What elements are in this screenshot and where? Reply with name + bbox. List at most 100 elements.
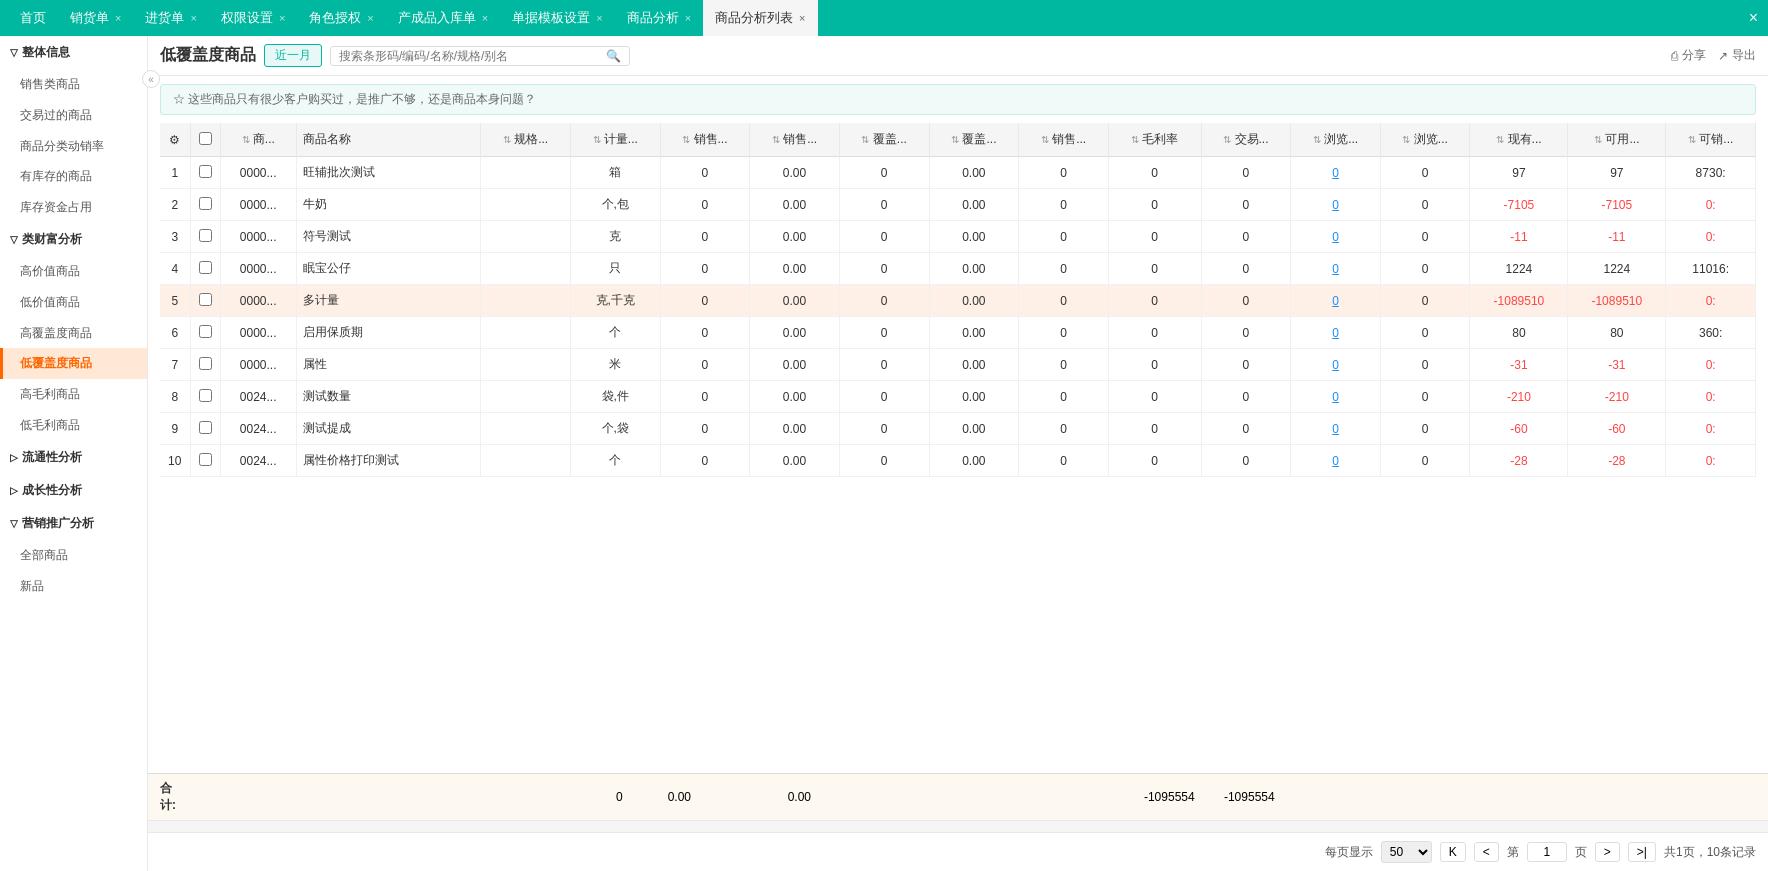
row-checkbox[interactable] <box>190 317 220 349</box>
sidebar-item-sales-products[interactable]: 销售类商品 <box>0 69 147 100</box>
filter-period-button[interactable]: 近一月 <box>264 44 322 67</box>
row-browse1[interactable]: 0 <box>1291 445 1381 477</box>
row-no: 8 <box>160 381 190 413</box>
row-browse1[interactable]: 0 <box>1291 349 1381 381</box>
per-page-select[interactable]: 50 100 200 <box>1381 841 1432 863</box>
sidebar-section-liquidity[interactable]: ▷ 流通性分析 <box>0 441 147 474</box>
sidebar-section-marketing[interactable]: ▽ 营销推广分析 <box>0 507 147 540</box>
row-code: 0000... <box>220 157 296 189</box>
sidebar-item-high-margin[interactable]: 高毛利商品 <box>0 379 147 410</box>
browse1-link[interactable]: 0 <box>1332 390 1339 404</box>
select-all-checkbox[interactable] <box>199 132 212 145</box>
row-checkbox[interactable] <box>190 349 220 381</box>
sidebar-item-low-value[interactable]: 低价值商品 <box>0 287 147 318</box>
close-permissions-icon[interactable]: × <box>279 12 285 24</box>
nav-role-auth[interactable]: 角色授权 × <box>297 0 385 36</box>
row-browse1[interactable]: 0 <box>1291 221 1381 253</box>
browse1-link[interactable]: 0 <box>1332 422 1339 436</box>
nav-purchase-order[interactable]: 进货单 × <box>133 0 208 36</box>
sidebar-item-new-products[interactable]: 新品 <box>0 571 147 602</box>
nav-permissions[interactable]: 权限设置 × <box>209 0 297 36</box>
row-checkbox[interactable] <box>190 381 220 413</box>
sidebar-item-high-value[interactable]: 高价值商品 <box>0 256 147 287</box>
sidebar-item-low-coverage[interactable]: 低覆盖度商品 <box>0 348 147 379</box>
row-sales-qty: 0 <box>660 253 750 285</box>
table-row: 8 0024... 测试数量 袋,件 0 0.00 0 0.00 0 0 0 0… <box>160 381 1756 413</box>
nav-template-settings[interactable]: 单据模板设置 × <box>500 0 614 36</box>
sidebar-item-category-turnover[interactable]: 商品分类动销率 <box>0 131 147 162</box>
close-purchase-order-icon[interactable]: × <box>190 12 196 24</box>
sidebar-item-all-products[interactable]: 全部商品 <box>0 540 147 571</box>
table-row: 6 0000... 启用保质期 个 0 0.00 0 0.00 0 0 0 0 … <box>160 317 1756 349</box>
sort-current-icon: ⇅ <box>1496 134 1504 145</box>
sidebar-section-wealth[interactable]: ▽ 类财富分析 <box>0 223 147 256</box>
search-input[interactable] <box>339 49 606 63</box>
browse1-link[interactable]: 0 <box>1332 166 1339 180</box>
row-browse1[interactable]: 0 <box>1291 317 1381 349</box>
page-number-input[interactable] <box>1527 842 1567 862</box>
browse1-link[interactable]: 0 <box>1332 198 1339 212</box>
row-browse2: 0 <box>1380 253 1470 285</box>
sidebar-section-overview[interactable]: ▽ 整体信息 <box>0 36 147 69</box>
sidebar-item-stocked-products[interactable]: 有库存的商品 <box>0 161 147 192</box>
row-no: 3 <box>160 221 190 253</box>
row-cov2: 0.00 <box>929 445 1019 477</box>
export-button[interactable]: ↗ 导出 <box>1718 47 1756 64</box>
row-browse1[interactable]: 0 <box>1291 189 1381 221</box>
row-browse1[interactable]: 0 <box>1291 413 1381 445</box>
row-sales-amt: 0.00 <box>750 157 840 189</box>
row-checkbox[interactable] <box>190 285 220 317</box>
row-checkbox[interactable] <box>190 253 220 285</box>
first-page-button[interactable]: K <box>1440 842 1466 862</box>
sidebar-item-high-coverage[interactable]: 高覆盖度商品 <box>0 318 147 349</box>
close-product-warehouse-icon[interactable]: × <box>482 12 488 24</box>
row-trade: 0 <box>1201 445 1291 477</box>
browse1-link[interactable]: 0 <box>1332 262 1339 276</box>
nav-sales-order[interactable]: 销货单 × <box>58 0 133 36</box>
browse1-link[interactable]: 0 <box>1332 230 1339 244</box>
col-settings[interactable]: ⚙ <box>160 123 190 157</box>
row-checkbox[interactable] <box>190 189 220 221</box>
close-template-settings-icon[interactable]: × <box>596 12 602 24</box>
row-checkbox[interactable] <box>190 157 220 189</box>
table-row: 10 0024... 属性价格打印测试 个 0 0.00 0 0.00 0 0 … <box>160 445 1756 477</box>
settings-icon[interactable]: ⚙ <box>169 133 180 147</box>
nav-home[interactable]: 首页 <box>8 0 58 36</box>
close-all-tabs-button[interactable]: × <box>1749 9 1758 27</box>
row-cov1: 0 <box>839 413 929 445</box>
sidebar-item-low-margin[interactable]: 低毛利商品 <box>0 410 147 441</box>
sidebar-item-traded-products[interactable]: 交易过的商品 <box>0 100 147 131</box>
prev-page-button[interactable]: < <box>1474 842 1499 862</box>
browse1-link[interactable]: 0 <box>1332 454 1339 468</box>
row-checkbox[interactable] <box>190 221 220 253</box>
row-sales-amt: 0.00 <box>750 189 840 221</box>
total-records-info: 共1页，10条记录 <box>1664 844 1756 861</box>
nav-product-analysis-list[interactable]: 商品分析列表 × <box>703 0 817 36</box>
close-product-analysis-icon[interactable]: × <box>685 12 691 24</box>
horizontal-scrollbar[interactable] <box>148 820 1768 832</box>
row-browse1[interactable]: 0 <box>1291 285 1381 317</box>
content-area: 低覆盖度商品 近一月 🔍 ⎙ 分享 ↗ 导出 ☆ 这些商品只有很少客户购买过，是… <box>148 36 1768 871</box>
row-browse1[interactable]: 0 <box>1291 381 1381 413</box>
browse1-link[interactable]: 0 <box>1332 294 1339 308</box>
sidebar-collapse-button[interactable]: « <box>142 70 160 88</box>
close-role-auth-icon[interactable]: × <box>367 12 373 24</box>
sidebar-section-growth[interactable]: ▷ 成长性分析 <box>0 474 147 507</box>
row-checkbox[interactable] <box>190 445 220 477</box>
close-sales-order-icon[interactable]: × <box>115 12 121 24</box>
share-button[interactable]: ⎙ 分享 <box>1671 47 1706 64</box>
row-browse1[interactable]: 0 <box>1291 157 1381 189</box>
next-page-button[interactable]: > <box>1595 842 1620 862</box>
row-trade: 0 <box>1201 189 1291 221</box>
last-page-button[interactable]: >| <box>1628 842 1656 862</box>
close-product-analysis-list-icon[interactable]: × <box>799 12 805 24</box>
browse1-link[interactable]: 0 <box>1332 358 1339 372</box>
row-checkbox[interactable] <box>190 413 220 445</box>
nav-product-analysis[interactable]: 商品分析 × <box>615 0 703 36</box>
sidebar-item-inventory-capital[interactable]: 库存资金占用 <box>0 192 147 223</box>
row-browse1[interactable]: 0 <box>1291 253 1381 285</box>
nav-product-warehouse[interactable]: 产成品入库单 × <box>386 0 500 36</box>
search-icon[interactable]: 🔍 <box>606 49 621 63</box>
totals-row: 合计: 0 0.00 0.00 -1095554 -1095554 <box>148 773 1768 820</box>
browse1-link[interactable]: 0 <box>1332 326 1339 340</box>
